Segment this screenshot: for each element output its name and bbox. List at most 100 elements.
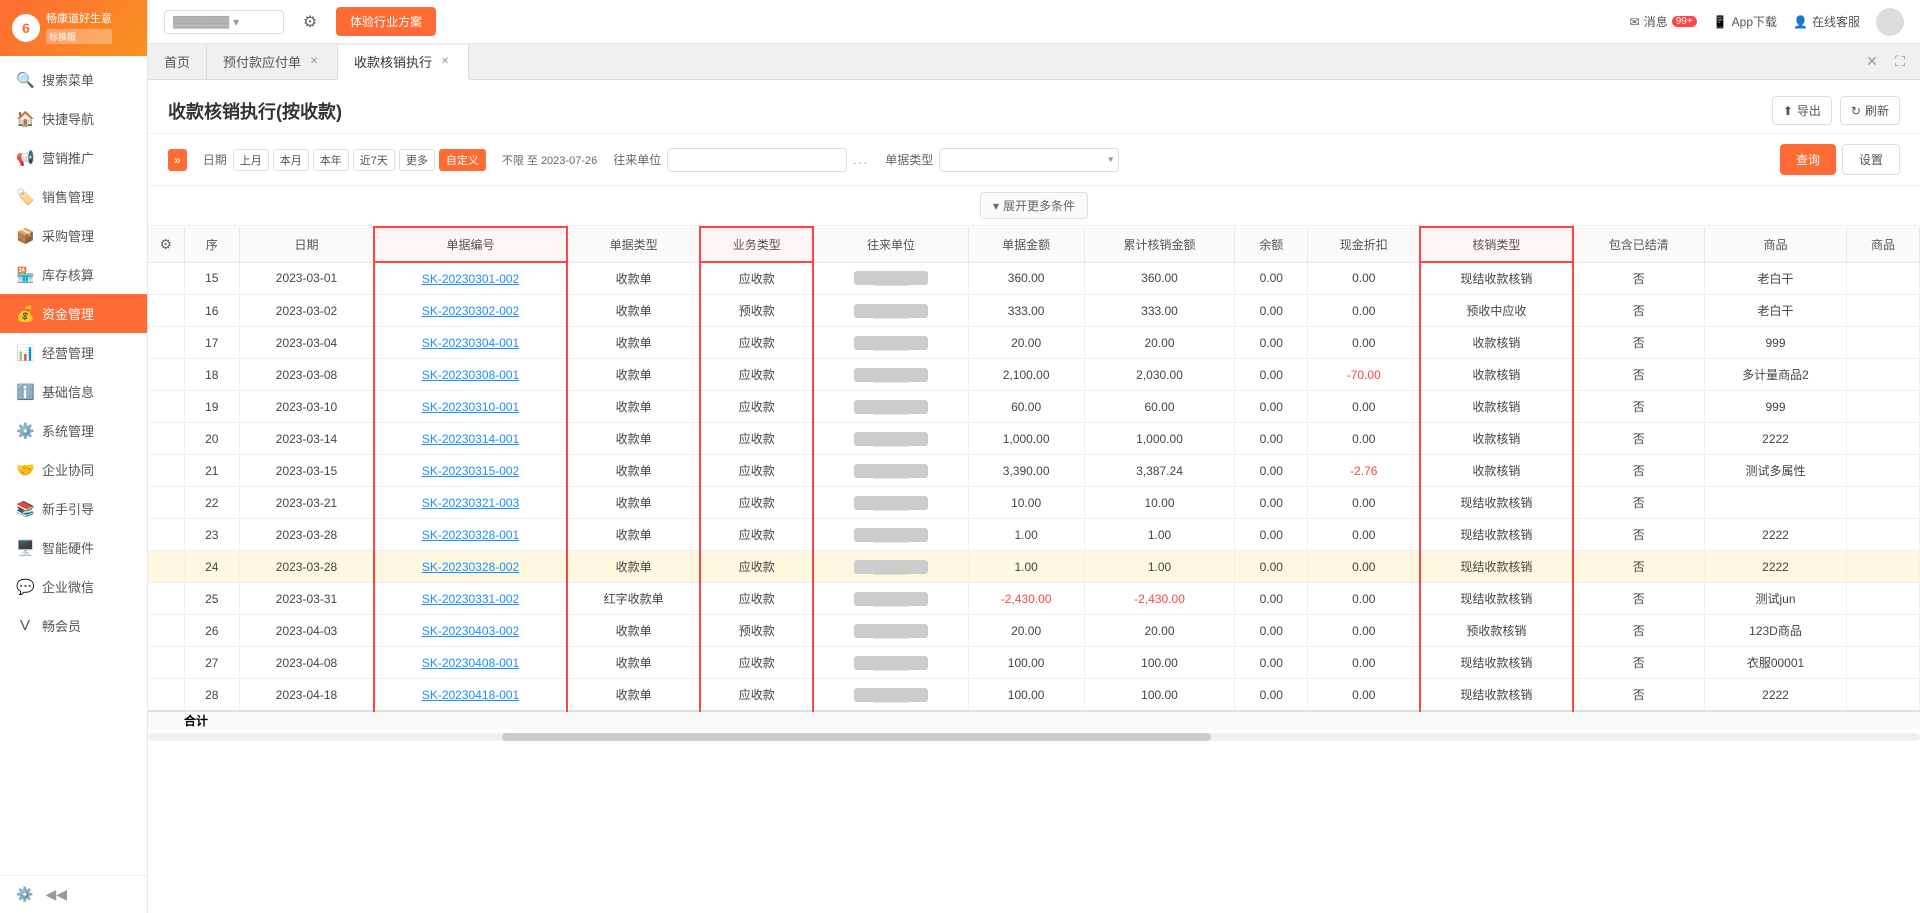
table-row[interactable]: 282023-04-18SK-20230418-001收款单应收款████100… [148, 679, 1920, 712]
horizontal-scrollbar[interactable] [148, 733, 1920, 741]
sidebar-item-member[interactable]: V 畅会员 [0, 606, 147, 645]
tab-receipt-close[interactable]: ✕ [438, 54, 452, 68]
bill-no-link[interactable]: SK-20230328-002 [422, 560, 519, 574]
sidebar-item-wechat[interactable]: 💬 企业微信 [0, 567, 147, 606]
bill-no-link[interactable]: SK-20230310-001 [422, 400, 519, 414]
cell-bill-no[interactable]: SK-20230328-001 [374, 519, 567, 551]
cell-cancel-amount: 1.00 [1084, 551, 1235, 583]
table-row[interactable]: 222023-03-21SK-20230321-003收款单应收款████10.… [148, 487, 1920, 519]
bill-no-link[interactable]: SK-20230328-001 [422, 528, 519, 542]
header-gear-btn[interactable]: ⚙ [296, 8, 324, 36]
sidebar-item-purchase[interactable]: 📦 采购管理 [0, 216, 147, 255]
cell-bill-no[interactable]: SK-20230418-001 [374, 679, 567, 712]
sidebar-item-hardware[interactable]: 🖥️ 智能硬件 [0, 528, 147, 567]
table-row[interactable]: 172023-03-04SK-20230304-001收款单应收款████20.… [148, 327, 1920, 359]
tab-expand-icon[interactable]: ⛶ [1888, 50, 1912, 74]
query-btn[interactable]: 查询 [1780, 144, 1836, 175]
cell-bill-no[interactable]: SK-20230310-001 [374, 391, 567, 423]
sidebar-item-operation[interactable]: 📊 经营管理 [0, 333, 147, 372]
cell-bill-no[interactable]: SK-20230321-003 [374, 487, 567, 519]
sidebar-item-finance[interactable]: 💰 资金管理 [0, 294, 147, 333]
table-row[interactable]: 152023-03-01SK-20230301-002收款单应收款████360… [148, 262, 1920, 295]
sidebar-collapse-icon[interactable]: ◀◀ [45, 886, 67, 903]
col-header-settings[interactable]: ⚙ [148, 227, 184, 262]
sidebar-item-search[interactable]: 🔍 搜索菜单 [0, 60, 147, 99]
cell-partner: ████ [813, 359, 968, 391]
table-row[interactable]: 242023-03-28SK-20230328-002收款单应收款████1.0… [148, 551, 1920, 583]
tab-receipt-cancel[interactable]: 收款核销执行 ✕ [338, 45, 469, 80]
table-row[interactable]: 192023-03-10SK-20230310-001收款单应收款████60.… [148, 391, 1920, 423]
table-row[interactable]: 232023-03-28SK-20230328-001收款单应收款████1.0… [148, 519, 1920, 551]
export-btn[interactable]: ⬆ 导出 [1772, 96, 1832, 125]
cell-goods2 [1847, 391, 1920, 423]
refresh-btn[interactable]: ↻ 刷新 [1840, 96, 1900, 125]
cell-cash-discount: 0.00 [1308, 519, 1421, 551]
cell-bill-no[interactable]: SK-20230308-001 [374, 359, 567, 391]
bill-no-link[interactable]: SK-20230418-001 [422, 688, 519, 702]
tab-prepay[interactable]: 预付款应付单 ✕ [207, 44, 338, 79]
date-btn-7days[interactable]: 近7天 [353, 149, 395, 171]
col-header-balance: 余额 [1235, 227, 1308, 262]
table-settings-gear-icon[interactable]: ⚙ [159, 236, 172, 252]
bill-no-link[interactable]: SK-20230301-002 [422, 272, 519, 286]
table-row[interactable]: 262023-04-03SK-20230403-002收款单预收款████20.… [148, 615, 1920, 647]
partner-filter-input[interactable] [667, 148, 847, 172]
cell-bill-no[interactable]: SK-20230301-002 [374, 262, 567, 295]
bill-no-link[interactable]: SK-20230314-001 [422, 432, 519, 446]
date-btn-this-month[interactable]: 本月 [273, 149, 309, 171]
filter-expand-btn[interactable]: » [168, 149, 187, 171]
table-row[interactable]: 202023-03-14SK-20230314-001收款单应收款████1,0… [148, 423, 1920, 455]
user-avatar[interactable] [1876, 8, 1904, 36]
cell-bill-no[interactable]: SK-20230403-002 [374, 615, 567, 647]
date-btn-last-month[interactable]: 上月 [233, 149, 269, 171]
cell-bill-no[interactable]: SK-20230315-002 [374, 455, 567, 487]
table-row[interactable]: 252023-03-31SK-20230331-002红字收款单应收款████-… [148, 583, 1920, 615]
table-row[interactable]: 162023-03-02SK-20230302-002收款单预收款████333… [148, 295, 1920, 327]
filter-date-range-group: 不限 至 2023-07-26 [502, 152, 597, 168]
table-row[interactable]: 182023-03-08SK-20230308-001收款单应收款████2,1… [148, 359, 1920, 391]
table-row[interactable]: 212023-03-15SK-20230315-002收款单应收款████3,3… [148, 455, 1920, 487]
sidebar-item-system[interactable]: ⚙️ 系统管理 [0, 411, 147, 450]
tab-prepay-close[interactable]: ✕ [307, 55, 321, 69]
industry-solution-btn[interactable]: 体验行业方案 [336, 7, 436, 36]
cell-bill-no[interactable]: SK-20230302-002 [374, 295, 567, 327]
bill-no-link[interactable]: SK-20230308-001 [422, 368, 519, 382]
cell-bill-no[interactable]: SK-20230304-001 [374, 327, 567, 359]
sidebar-item-marketing[interactable]: 📢 营销推广 [0, 138, 147, 177]
cell-balance: 0.00 [1235, 551, 1308, 583]
filter-settings-btn[interactable]: 设置 [1842, 144, 1900, 175]
sidebar-item-inventory[interactable]: 🏪 库存核算 [0, 255, 147, 294]
date-btn-this-year[interactable]: 本年 [313, 149, 349, 171]
cell-include-settled: 否 [1573, 359, 1705, 391]
sidebar-item-quick-nav[interactable]: 🏠 快捷导航 [0, 99, 147, 138]
bill-no-link[interactable]: SK-20230302-002 [422, 304, 519, 318]
table-row[interactable]: 272023-04-08SK-20230408-001收款单应收款████100… [148, 647, 1920, 679]
cell-cash-discount: 0.00 [1308, 679, 1421, 712]
org-dropdown[interactable]: ▓▓▓▓▓▓▓ ▾ [164, 10, 284, 34]
cell-bill-no[interactable]: SK-20230328-002 [374, 551, 567, 583]
bill-no-link[interactable]: SK-20230315-002 [422, 464, 519, 478]
bill-no-link[interactable]: SK-20230408-001 [422, 656, 519, 670]
bill-type-select[interactable] [939, 148, 1119, 172]
tab-home[interactable]: 首页 [148, 44, 207, 79]
cell-bill-no[interactable]: SK-20230331-002 [374, 583, 567, 615]
bill-no-link[interactable]: SK-20230403-002 [422, 624, 519, 638]
cell-bill-no[interactable]: SK-20230408-001 [374, 647, 567, 679]
online-service-btn[interactable]: 👤 在线客服 [1793, 13, 1860, 30]
messages-btn[interactable]: ✉ 消息 99+ [1630, 13, 1697, 30]
sidebar-item-basic[interactable]: ℹ️ 基础信息 [0, 372, 147, 411]
cell-bill-no[interactable]: SK-20230314-001 [374, 423, 567, 455]
sidebar-item-enterprise[interactable]: 🤝 企业协同 [0, 450, 147, 489]
sidebar-item-guide[interactable]: 📚 新手引导 [0, 489, 147, 528]
date-btn-more[interactable]: 更多 [399, 149, 435, 171]
tab-close-all-icon[interactable]: ✕ [1860, 50, 1884, 74]
app-download-btn[interactable]: 📱 App下载 [1713, 13, 1777, 30]
expand-conditions-btn[interactable]: ▾ 展开更多条件 [980, 192, 1088, 219]
cell-goods2 [1847, 359, 1920, 391]
bill-no-link[interactable]: SK-20230321-003 [422, 496, 519, 510]
footer-settings-icon[interactable]: ⚙️ [16, 886, 33, 903]
date-btn-custom[interactable]: 自定义 [439, 149, 486, 171]
sidebar-item-sales[interactable]: 🏷️ 销售管理 [0, 177, 147, 216]
bill-no-link[interactable]: SK-20230304-001 [422, 336, 519, 350]
bill-no-link[interactable]: SK-20230331-002 [422, 592, 519, 606]
